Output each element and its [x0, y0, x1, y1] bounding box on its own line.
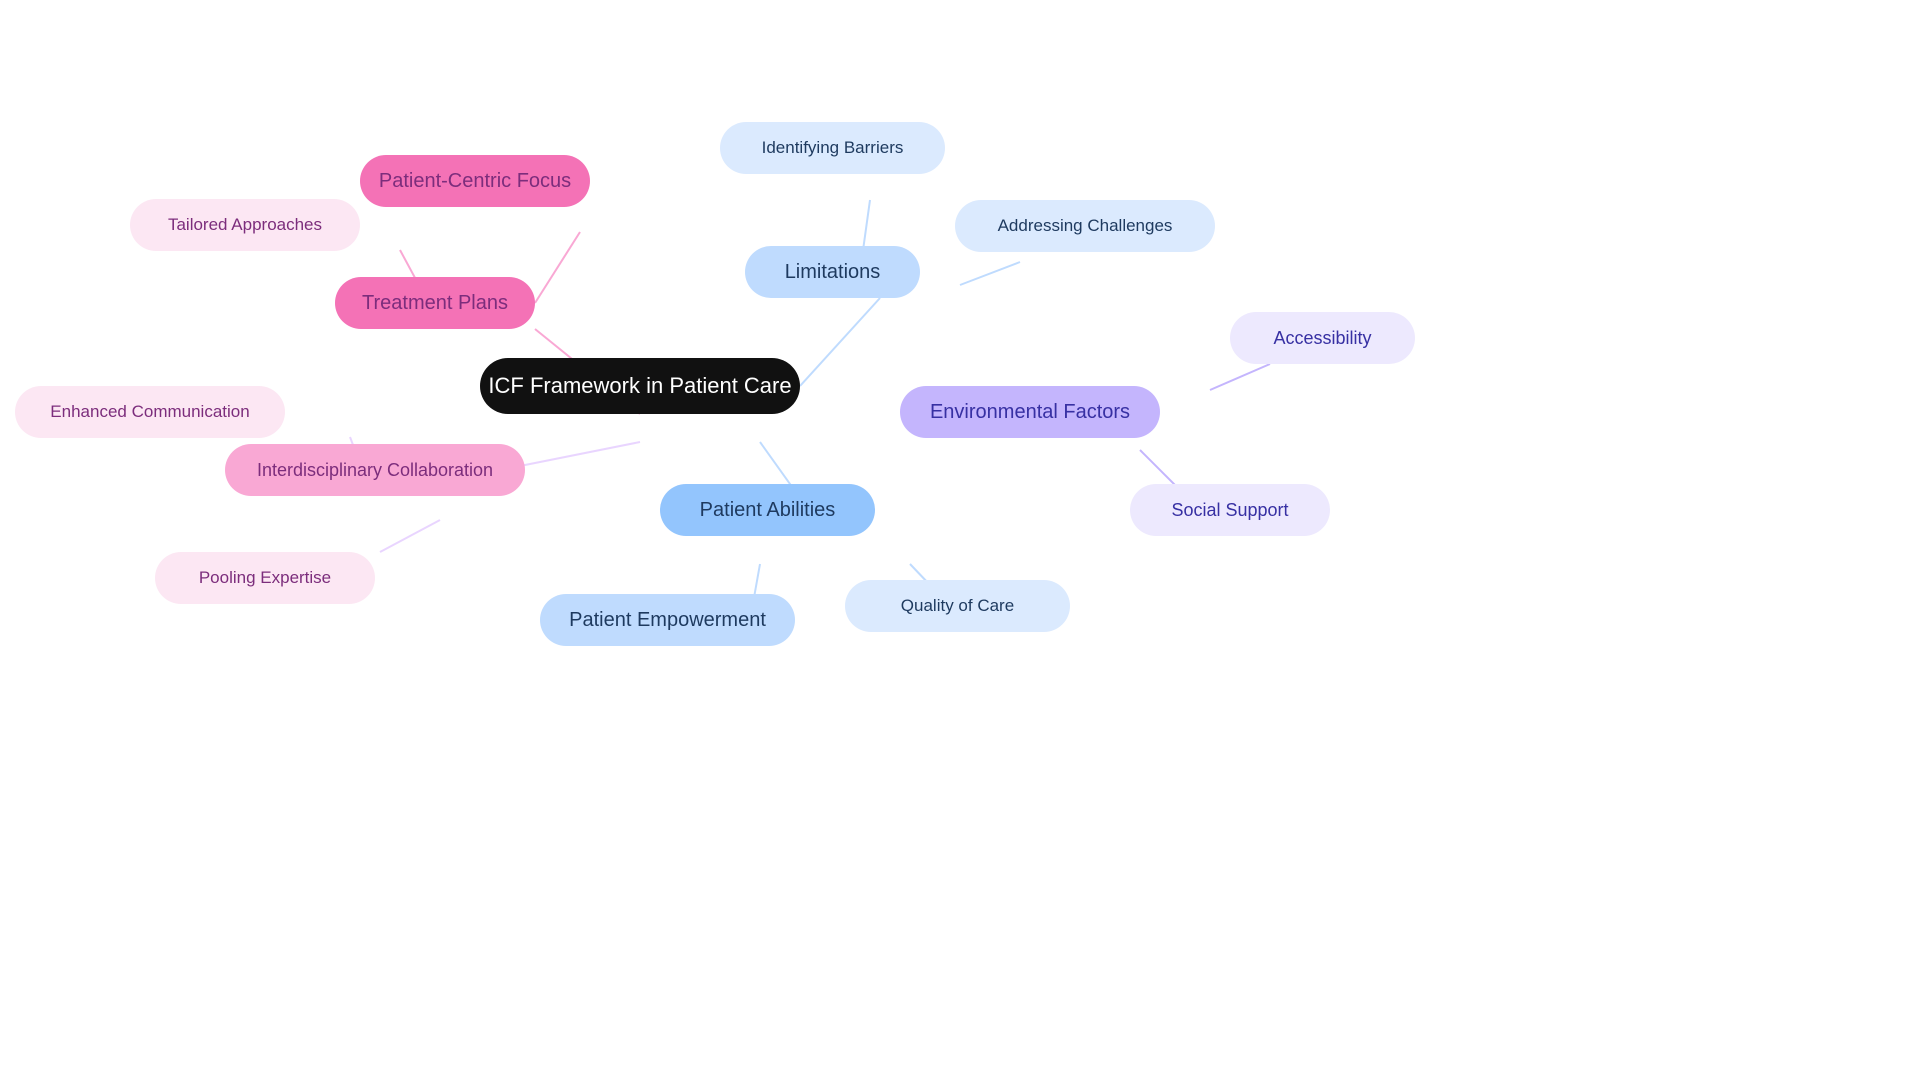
accessibility-node: Accessibility: [1230, 312, 1415, 364]
patient-centric-node: Patient-Centric Focus: [360, 155, 590, 207]
environmental-factors-node: Environmental Factors: [900, 386, 1160, 438]
treatment-plans-node: Treatment Plans: [335, 277, 535, 329]
quality-of-care-node: Quality of Care: [845, 580, 1070, 632]
patient-abilities-node: Patient Abilities: [660, 484, 875, 536]
social-support-node: Social Support: [1130, 484, 1330, 536]
limitations-node: Limitations: [745, 246, 920, 298]
identifying-barriers-node: Identifying Barriers: [720, 122, 945, 174]
patient-empowerment-node: Patient Empowerment: [540, 594, 795, 646]
pooling-expertise-node: Pooling Expertise: [155, 552, 375, 604]
center-node: ICF Framework in Patient Care: [480, 358, 800, 414]
enhanced-communication-node: Enhanced Communication: [15, 386, 285, 438]
interdisciplinary-node: Interdisciplinary Collaboration: [225, 444, 525, 496]
tailored-approaches-node: Tailored Approaches: [130, 199, 360, 251]
addressing-challenges-node: Addressing Challenges: [955, 200, 1215, 252]
